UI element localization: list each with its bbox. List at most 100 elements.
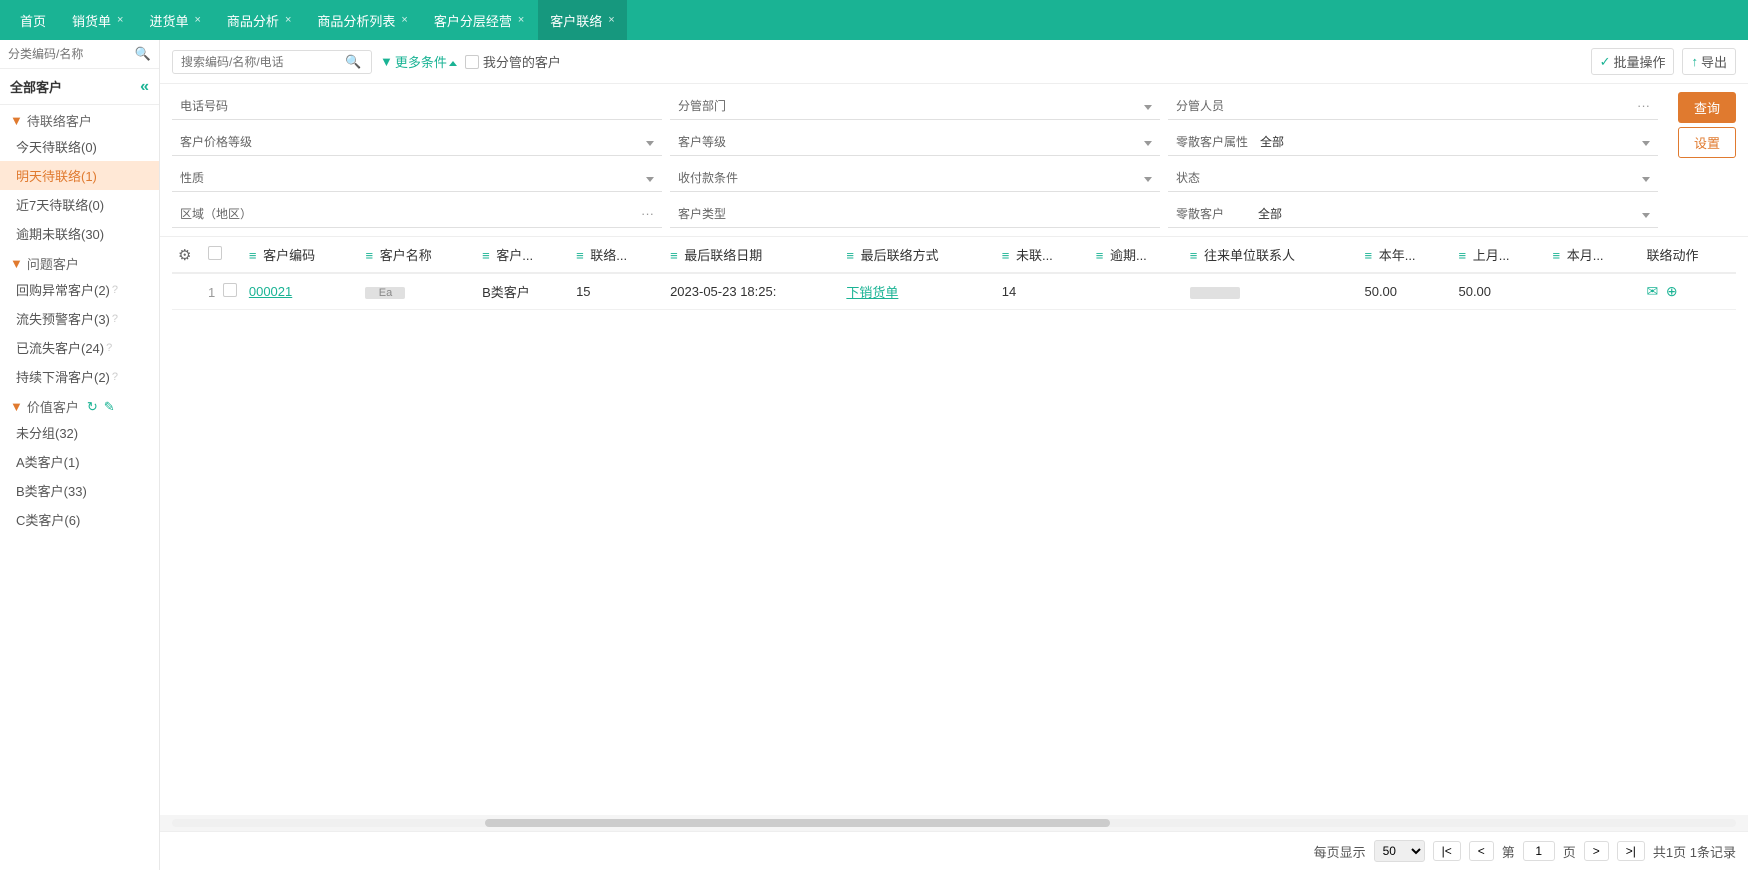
sidebar-item-ungrouped[interactable]: 未分组(32) — [0, 418, 159, 447]
sidebar-search-input[interactable] — [8, 47, 131, 61]
nav-sales-close[interactable]: × — [117, 14, 123, 26]
sidebar-search-icon[interactable]: 🔍 — [135, 46, 151, 62]
filter-retail-customer-dropdown[interactable] — [1642, 206, 1650, 221]
search-icon[interactable]: 🔍 — [345, 54, 361, 70]
filter-dept[interactable]: 分管部门 — [670, 92, 1160, 120]
filter-status-dropdown[interactable] — [1642, 170, 1650, 185]
more-conditions-btn[interactable]: ▼ 更多条件 — [380, 52, 457, 71]
set-button[interactable]: 设置 — [1678, 127, 1736, 158]
query-button[interactable]: 查询 — [1678, 92, 1736, 123]
action-more-icon[interactable]: ⊕ — [1666, 283, 1678, 299]
th-overdue[interactable]: 逾期... — [1090, 237, 1184, 273]
th-last-contact-method[interactable]: 最后联络方式 — [840, 237, 995, 273]
th-contact-person[interactable]: 往来单位联系人 — [1184, 237, 1359, 273]
table-settings-icon[interactable]: ⚙ — [178, 246, 191, 264]
sidebar-item-abnormal-repurchase[interactable]: 回购异常客户(2) ? — [0, 275, 159, 304]
batch-op-button[interactable]: ✓ 批量操作 — [1591, 48, 1675, 75]
sidebar-item-7days[interactable]: 近7天待联络(0) — [0, 190, 159, 219]
nav-product-analysis[interactable]: 商品分析 × — [215, 0, 303, 40]
th-this-year[interactable]: 本年... — [1358, 237, 1452, 273]
filter-retail-attr[interactable]: 零散客户属性 全部 — [1168, 128, 1658, 156]
last-page-btn[interactable]: >| — [1617, 841, 1645, 861]
th-last-contact-date[interactable]: 最后联络日期 — [664, 237, 840, 273]
nav-purchase-close[interactable]: × — [194, 14, 200, 26]
nav-customer-tier[interactable]: 客户分层经营 × — [422, 0, 536, 40]
action-contact-icon[interactable]: ✉ — [1646, 283, 1658, 299]
filter-person[interactable]: 分管人员 ··· — [1168, 92, 1658, 120]
search-input-wrap[interactable]: 🔍 — [172, 50, 372, 74]
filter-person-dots[interactable]: ··· — [1637, 98, 1650, 113]
sidebar-item-tomorrow[interactable]: 明天待联络(1) — [0, 161, 159, 190]
next-page-btn[interactable]: > — [1584, 841, 1609, 861]
th-this-month[interactable]: 本月... — [1546, 237, 1640, 273]
help-icon-2[interactable]: ? — [106, 342, 112, 354]
nav-customer-contact[interactable]: 客户联络 × — [538, 0, 626, 40]
filter-nature-dropdown[interactable] — [646, 170, 654, 185]
row-index: 1 — [208, 285, 215, 300]
th-contact-count[interactable]: 联络... — [570, 237, 664, 273]
prev-page-btn[interactable]: < — [1469, 841, 1494, 861]
filter-customer-type[interactable]: 客户类型 — [670, 200, 1160, 228]
scrollbar-thumb[interactable] — [485, 819, 1111, 827]
first-page-btn[interactable]: |< — [1433, 841, 1461, 861]
data-table-area: ⚙ 客户编码 客户名称 客户... — [160, 237, 1748, 815]
th-name[interactable]: 客户名称 — [359, 237, 476, 273]
sidebar-item-churned[interactable]: 已流失客户(24) ? — [0, 333, 159, 362]
filter-customer-level[interactable]: 客户等级 — [670, 128, 1160, 156]
export-button[interactable]: ↑ 导出 — [1682, 48, 1736, 75]
filter-price-level-dropdown[interactable] — [646, 134, 654, 149]
filter-region-dots[interactable]: ··· — [641, 206, 654, 221]
filter-region[interactable]: 区域（地区） ··· — [172, 200, 662, 228]
help-icon-0[interactable]: ? — [112, 284, 118, 296]
filter-dept-dropdown[interactable] — [1144, 98, 1152, 113]
td-name[interactable]: Ea — [359, 273, 476, 310]
th-last-month[interactable]: 上月... — [1452, 237, 1546, 273]
help-icon-1[interactable]: ? — [112, 313, 118, 325]
row-checkbox[interactable] — [223, 283, 237, 297]
sidebar-item-declining[interactable]: 持续下滑客户(2) ? — [0, 362, 159, 391]
sidebar-all-customers[interactable]: 全部客户 « — [0, 69, 159, 105]
sidebar-collapse-icon[interactable]: « — [140, 78, 149, 96]
filter-payment-dropdown[interactable] — [1144, 170, 1152, 185]
my-customers-check[interactable] — [465, 55, 479, 69]
filter-row-2: 客户价格等级 客户等级 零散客户属性 全部 — [172, 128, 1658, 156]
page-number-input[interactable] — [1523, 841, 1555, 861]
nav-product-analysis-list[interactable]: 商品分析列表 × — [305, 0, 419, 40]
td-last-contact-method[interactable]: 下销货单 — [840, 273, 995, 310]
nav-product-analysis-close[interactable]: × — [285, 14, 291, 26]
filter-nature[interactable]: 性质 — [172, 164, 662, 192]
per-page-select[interactable]: 50 100 200 — [1374, 840, 1425, 862]
my-customers-checkbox[interactable]: 我分管的客户 — [465, 52, 561, 71]
th-code[interactable]: 客户编码 — [243, 237, 360, 273]
filter-customer-level-dropdown[interactable] — [1144, 134, 1152, 149]
nav-customer-tier-close[interactable]: × — [518, 14, 524, 26]
sidebar-item-c-class[interactable]: C类客户(6) — [0, 505, 159, 534]
filter-payment[interactable]: 收付款条件 — [670, 164, 1160, 192]
sidebar-item-a-class[interactable]: A类客户(1) — [0, 447, 159, 476]
filter-retail-attr-dropdown[interactable] — [1642, 134, 1650, 149]
nav-sales[interactable]: 销货单 × — [60, 0, 135, 40]
sidebar-item-today[interactable]: 今天待联络(0) — [0, 132, 159, 161]
help-icon-3[interactable]: ? — [112, 371, 118, 383]
sidebar-item-b-class[interactable]: B类客户(33) — [0, 476, 159, 505]
td-code[interactable]: 000021 — [243, 273, 360, 310]
nav-purchase[interactable]: 进货单 × — [137, 0, 212, 40]
customer-table: ⚙ 客户编码 客户名称 客户... — [172, 237, 1736, 310]
nav-customer-contact-close[interactable]: × — [608, 14, 614, 26]
th-no-contact[interactable]: 未联... — [996, 237, 1090, 273]
filter-price-level[interactable]: 客户价格等级 — [172, 128, 662, 156]
sidebar-item-churn-warning[interactable]: 流失预警客户(3) ? — [0, 304, 159, 333]
search-input[interactable] — [181, 55, 341, 69]
nav-product-analysis-list-close[interactable]: × — [401, 14, 407, 26]
th-customer-type[interactable]: 客户... — [476, 237, 570, 273]
filter-retail-customer[interactable]: 零散客户 全部 — [1168, 200, 1658, 228]
value-group-refresh-icon[interactable]: ↻ — [87, 399, 98, 415]
filter-status[interactable]: 状态 — [1168, 164, 1658, 192]
select-all-checkbox[interactable] — [208, 246, 222, 260]
sidebar-item-overdue[interactable]: 逾期未联络(30) — [0, 219, 159, 248]
contact-person-masked — [1190, 287, 1240, 299]
value-group-edit-icon[interactable]: ✎ — [104, 399, 115, 415]
horizontal-scrollbar[interactable] — [172, 819, 1736, 827]
filter-phone[interactable]: 电话号码 — [172, 92, 662, 120]
nav-home[interactable]: 首页 — [8, 0, 58, 40]
